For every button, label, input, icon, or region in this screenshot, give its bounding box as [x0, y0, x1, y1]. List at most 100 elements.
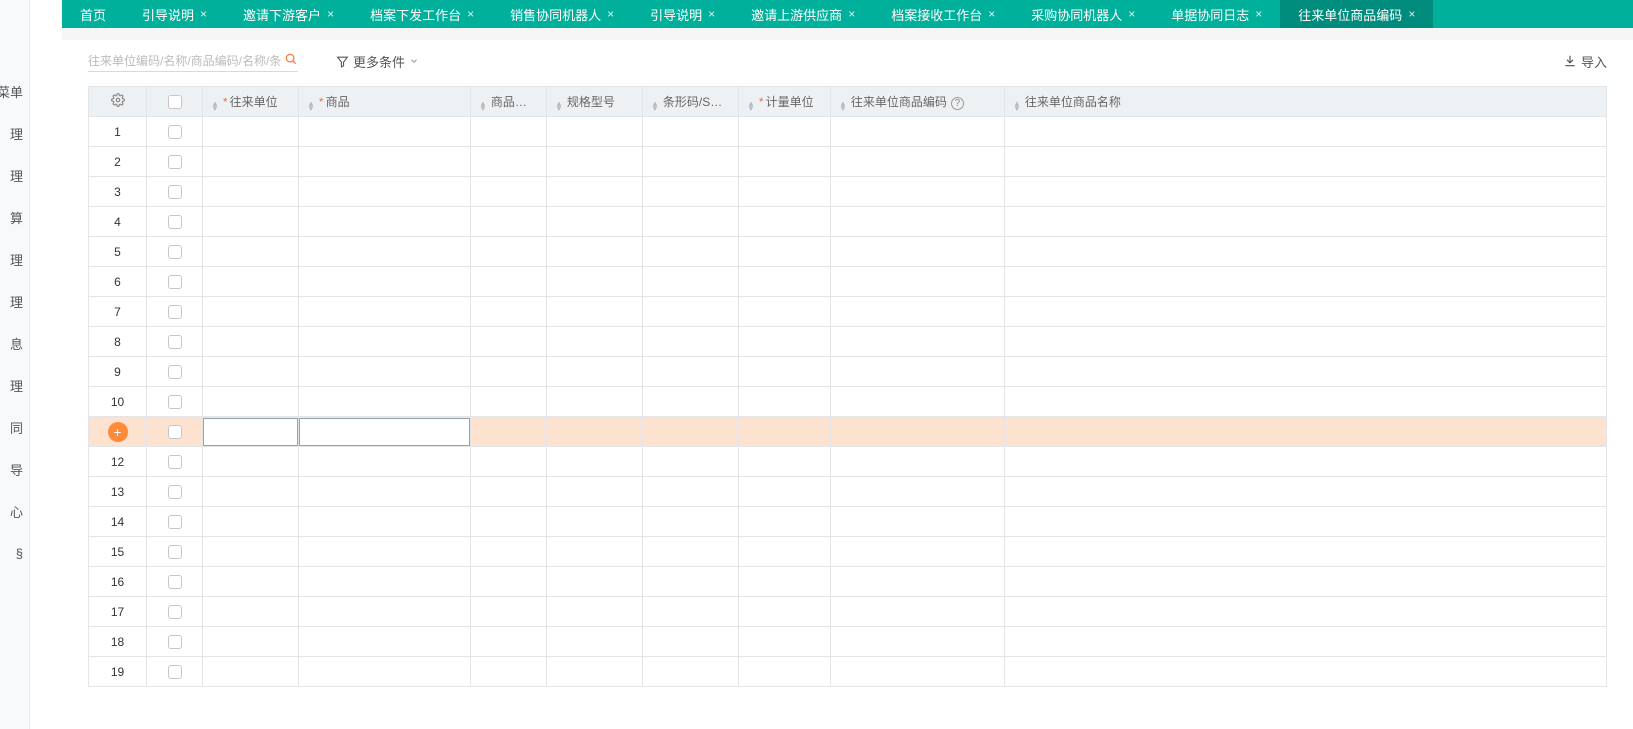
- cell[interactable]: [643, 207, 739, 237]
- tab-7[interactable]: 档案接收工作台×: [873, 0, 1013, 28]
- cell[interactable]: [471, 537, 547, 567]
- cell[interactable]: [1005, 597, 1607, 627]
- col-unit[interactable]: ▲▼*往来单位: [203, 87, 299, 117]
- cell[interactable]: [203, 117, 299, 147]
- cell[interactable]: [1005, 297, 1607, 327]
- cell[interactable]: [471, 417, 547, 447]
- cell[interactable]: [831, 477, 1005, 507]
- cell[interactable]: [831, 567, 1005, 597]
- close-icon[interactable]: ×: [607, 7, 614, 21]
- cell[interactable]: [547, 267, 643, 297]
- cell[interactable]: [1005, 417, 1607, 447]
- cell[interactable]: [1005, 657, 1607, 687]
- col-uname[interactable]: ▲▼往来单位商品名称: [1005, 87, 1607, 117]
- cell[interactable]: [299, 567, 471, 597]
- row-checkbox[interactable]: [168, 215, 182, 229]
- cell[interactable]: [547, 147, 643, 177]
- row-checkbox[interactable]: [168, 485, 182, 499]
- cell[interactable]: [203, 357, 299, 387]
- tab-4[interactable]: 销售协同机器人×: [492, 0, 632, 28]
- cell[interactable]: [739, 207, 831, 237]
- sidebar-item-1[interactable]: 理: [0, 112, 29, 154]
- cell[interactable]: [1005, 567, 1607, 597]
- sidebar-item-6[interactable]: 息: [0, 322, 29, 364]
- cell[interactable]: [471, 567, 547, 597]
- search-box[interactable]: [88, 50, 298, 72]
- cell[interactable]: [643, 177, 739, 207]
- cell[interactable]: [739, 357, 831, 387]
- close-icon[interactable]: ×: [467, 7, 474, 21]
- sidebar-item-0[interactable]: 菜单: [0, 70, 29, 112]
- tab-2[interactable]: 邀请下游客户×: [225, 0, 352, 28]
- cell[interactable]: [471, 267, 547, 297]
- row-checkbox[interactable]: [168, 305, 182, 319]
- cell[interactable]: [299, 477, 471, 507]
- cell[interactable]: [471, 507, 547, 537]
- cell[interactable]: [831, 387, 1005, 417]
- cell[interactable]: [547, 357, 643, 387]
- cell[interactable]: [203, 417, 299, 447]
- cell[interactable]: [547, 447, 643, 477]
- cell[interactable]: [547, 657, 643, 687]
- cell[interactable]: [643, 237, 739, 267]
- cell[interactable]: [547, 507, 643, 537]
- cell[interactable]: [547, 627, 643, 657]
- cell[interactable]: [643, 297, 739, 327]
- col-goods[interactable]: ▲▼*商品: [299, 87, 471, 117]
- cell[interactable]: [831, 297, 1005, 327]
- cell[interactable]: [547, 597, 643, 627]
- cell[interactable]: [547, 417, 643, 447]
- search-input[interactable]: [88, 54, 282, 68]
- cell[interactable]: [471, 177, 547, 207]
- goods-input[interactable]: [299, 418, 470, 446]
- sidebar-item-2[interactable]: 理: [0, 154, 29, 196]
- cell[interactable]: [299, 507, 471, 537]
- cell[interactable]: [1005, 447, 1607, 477]
- cell[interactable]: [299, 207, 471, 237]
- cell[interactable]: [299, 447, 471, 477]
- cell[interactable]: [643, 327, 739, 357]
- row-checkbox[interactable]: [168, 425, 182, 439]
- cell[interactable]: [739, 597, 831, 627]
- sidebar-item-4[interactable]: 理: [0, 238, 29, 280]
- cell[interactable]: [1005, 507, 1607, 537]
- cell[interactable]: [739, 237, 831, 267]
- cell[interactable]: [1005, 267, 1607, 297]
- close-icon[interactable]: ×: [327, 7, 334, 21]
- cell[interactable]: [739, 417, 831, 447]
- sidebar-item-8[interactable]: 同: [0, 406, 29, 448]
- cell[interactable]: [203, 597, 299, 627]
- cell[interactable]: [203, 537, 299, 567]
- sidebar-item-7[interactable]: 理: [0, 364, 29, 406]
- cell[interactable]: [203, 237, 299, 267]
- cell[interactable]: [1005, 177, 1607, 207]
- add-row-button[interactable]: +: [108, 422, 128, 442]
- tab-1[interactable]: 引导说明×: [124, 0, 225, 28]
- close-icon[interactable]: ×: [200, 7, 207, 21]
- close-icon[interactable]: ×: [708, 7, 715, 21]
- cell[interactable]: [203, 447, 299, 477]
- cell[interactable]: [831, 627, 1005, 657]
- sidebar-item-9[interactable]: 导: [0, 448, 29, 490]
- cell[interactable]: [831, 507, 1005, 537]
- cell[interactable]: [471, 627, 547, 657]
- cell[interactable]: [643, 117, 739, 147]
- cell[interactable]: [547, 117, 643, 147]
- tab-3[interactable]: 档案下发工作台×: [352, 0, 492, 28]
- cell[interactable]: [739, 327, 831, 357]
- cell[interactable]: [299, 357, 471, 387]
- row-checkbox[interactable]: [168, 335, 182, 349]
- cell[interactable]: [299, 627, 471, 657]
- cell[interactable]: [643, 597, 739, 627]
- cell[interactable]: [471, 297, 547, 327]
- cell[interactable]: [739, 117, 831, 147]
- cell[interactable]: [547, 477, 643, 507]
- cell[interactable]: [471, 477, 547, 507]
- cell[interactable]: [547, 567, 643, 597]
- row-checkbox[interactable]: [168, 515, 182, 529]
- sidebar-item-11[interactable]: §: [0, 532, 29, 574]
- cell[interactable]: [739, 507, 831, 537]
- cell[interactable]: [831, 147, 1005, 177]
- cell[interactable]: [471, 447, 547, 477]
- cell[interactable]: [203, 627, 299, 657]
